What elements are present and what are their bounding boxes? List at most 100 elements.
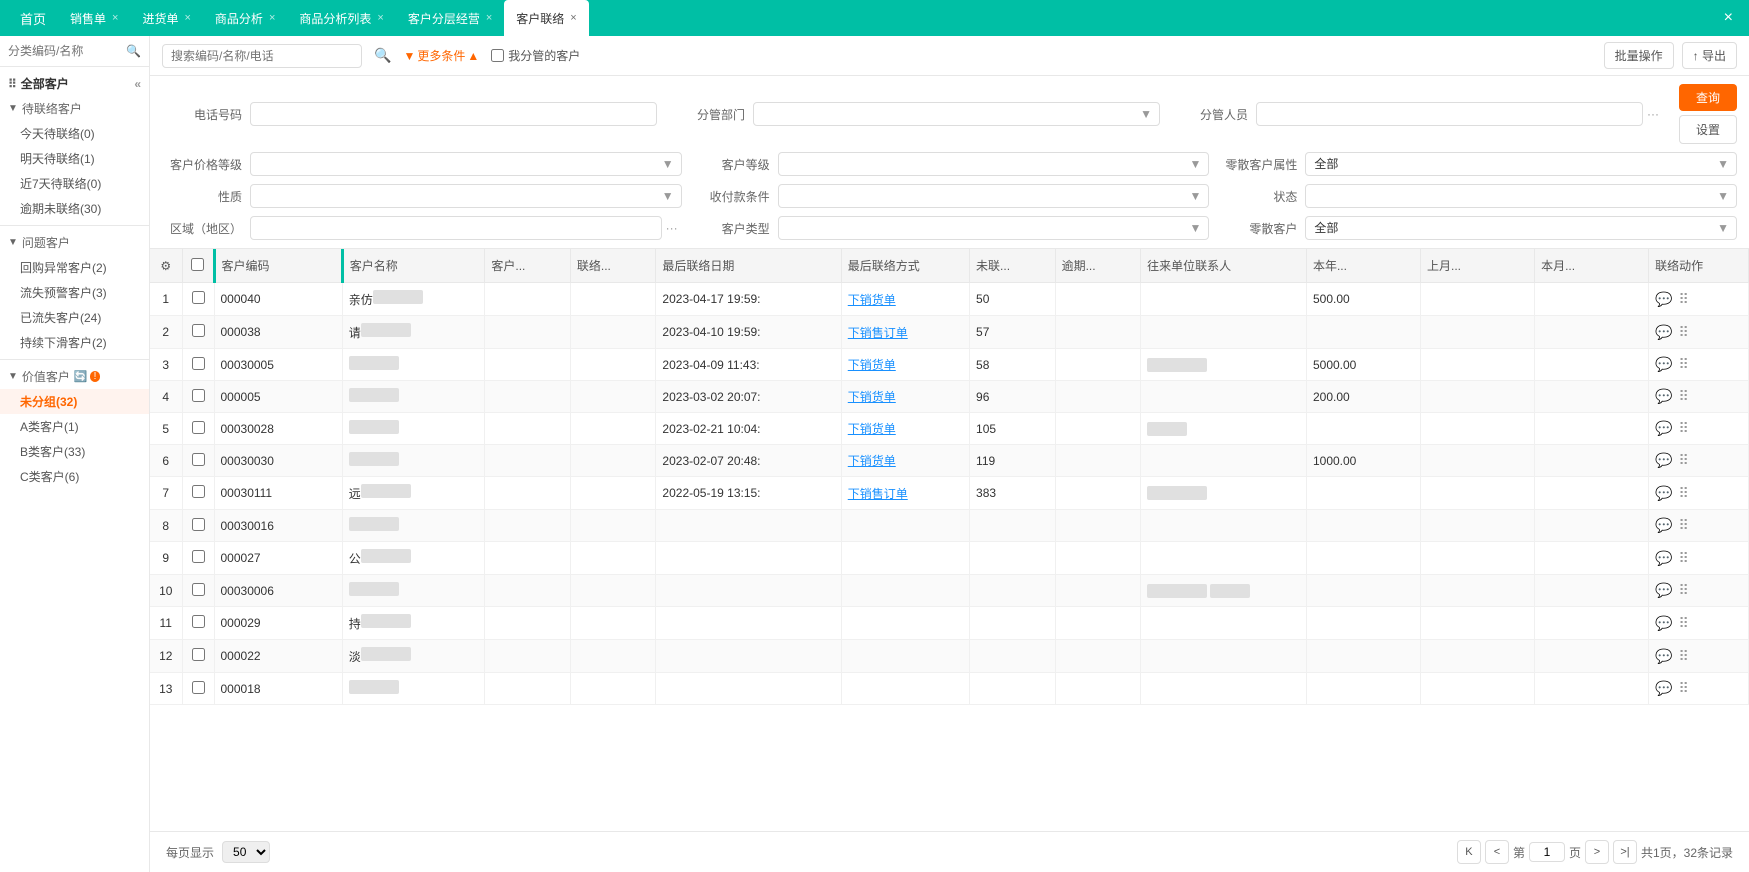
retail-attr-select[interactable]: 全部: [1305, 152, 1737, 176]
sidebar-item-tomorrow-pending[interactable]: 明天待联络(1): [0, 146, 149, 171]
more-action-icon[interactable]: ⠿: [1679, 550, 1689, 567]
more-action-icon[interactable]: ⠿: [1679, 648, 1689, 665]
contact-icon[interactable]: 💬: [1655, 324, 1672, 341]
region-dots-button[interactable]: ···: [662, 221, 682, 235]
search-input[interactable]: [162, 44, 362, 68]
sidebar-item-declining[interactable]: 持续下滑客户(2): [0, 330, 149, 355]
contact-icon[interactable]: 💬: [1655, 517, 1672, 534]
phone-input[interactable]: [250, 102, 657, 126]
payment-select[interactable]: [778, 184, 1210, 208]
more-action-icon[interactable]: ⠿: [1679, 582, 1689, 599]
contact-icon[interactable]: 💬: [1655, 452, 1672, 469]
customer-type-select[interactable]: [778, 216, 1210, 240]
more-action-icon[interactable]: ⠿: [1679, 452, 1689, 469]
sidebar-collapse-button[interactable]: «: [134, 77, 141, 91]
more-action-icon[interactable]: ⠿: [1679, 485, 1689, 502]
contact-icon[interactable]: 💬: [1655, 356, 1672, 373]
manager-input[interactable]: [1256, 102, 1643, 126]
last-method-link[interactable]: 下销售订单: [848, 487, 908, 501]
score-group-label[interactable]: ▼ 价值客户 🔄 !: [0, 364, 149, 389]
last-method-link[interactable]: 下销货单: [848, 358, 896, 372]
row-checkbox[interactable]: [192, 583, 205, 596]
sidebar-item-unclassified[interactable]: 未分组(32): [0, 389, 149, 414]
tab-customer-contact[interactable]: 客户联络 ×: [504, 0, 588, 36]
contact-icon[interactable]: 💬: [1655, 388, 1672, 405]
retail-customer-select[interactable]: 全部: [1305, 216, 1737, 240]
my-customers-checkbox[interactable]: [491, 49, 504, 62]
region-input[interactable]: [250, 216, 662, 240]
close-customer-contact-tab-icon[interactable]: ×: [570, 12, 576, 24]
sidebar-item-class-a[interactable]: A类客户(1): [0, 414, 149, 439]
first-page-button[interactable]: K: [1457, 840, 1481, 864]
sidebar-item-churn-warning[interactable]: 流失预警客户(3): [0, 280, 149, 305]
batch-ops-button[interactable]: 批量操作: [1604, 42, 1674, 69]
last-method-link[interactable]: 下销货单: [848, 422, 896, 436]
my-customers-checkbox-label[interactable]: 我分管的客户: [491, 47, 580, 64]
row-checkbox[interactable]: [192, 453, 205, 466]
more-action-icon[interactable]: ⠿: [1679, 615, 1689, 632]
more-action-icon[interactable]: ⠿: [1679, 680, 1689, 697]
page-size-select[interactable]: 50: [222, 841, 270, 863]
category-search-icon[interactable]: 🔍: [126, 44, 141, 58]
tab-product-analysis[interactable]: 商品分析 ×: [203, 0, 287, 36]
export-button[interactable]: ↑ 导出: [1682, 42, 1737, 69]
close-sales-tab-icon[interactable]: ×: [112, 12, 118, 24]
close-customer-layer-tab-icon[interactable]: ×: [486, 12, 492, 24]
contact-icon[interactable]: 💬: [1655, 615, 1672, 632]
query-button[interactable]: 查询: [1679, 84, 1737, 111]
page-number-input[interactable]: [1529, 842, 1565, 862]
contact-icon[interactable]: 💬: [1655, 648, 1672, 665]
last-method-link[interactable]: 下销货单: [848, 454, 896, 468]
more-action-icon[interactable]: ⠿: [1679, 291, 1689, 308]
tab-product-analysis-list[interactable]: 商品分析列表 ×: [287, 0, 395, 36]
reset-button[interactable]: 设置: [1679, 115, 1737, 144]
row-checkbox[interactable]: [192, 389, 205, 402]
more-action-icon[interactable]: ⠿: [1679, 324, 1689, 341]
category-search-input[interactable]: [8, 44, 122, 58]
contact-icon[interactable]: 💬: [1655, 485, 1672, 502]
tab-purchase[interactable]: 进货单 ×: [130, 0, 202, 36]
price-level-select[interactable]: [250, 152, 682, 176]
sidebar-item-abnormal-repurchase[interactable]: 回购异常客户(2): [0, 255, 149, 280]
contact-icon[interactable]: 💬: [1655, 582, 1672, 599]
contact-icon[interactable]: 💬: [1655, 550, 1672, 567]
sidebar-item-today-pending[interactable]: 今天待联络(0): [0, 121, 149, 146]
sidebar-item-class-c[interactable]: C类客户(6): [0, 464, 149, 489]
tab-sales[interactable]: 销售单 ×: [58, 0, 130, 36]
gender-select[interactable]: [250, 184, 682, 208]
last-page-button[interactable]: >|: [1613, 840, 1637, 864]
last-method-link[interactable]: 下销货单: [848, 390, 896, 404]
status-select[interactable]: [1305, 184, 1737, 208]
close-product-analysis-list-tab-icon[interactable]: ×: [377, 12, 383, 24]
sidebar-item-overdue-pending[interactable]: 逾期未联络(30): [0, 196, 149, 221]
more-action-icon[interactable]: ⠿: [1679, 388, 1689, 405]
more-conditions-button[interactable]: ▼ 更多条件 ▲: [403, 47, 479, 64]
last-method-link[interactable]: 下销货单: [848, 293, 896, 307]
next-page-button[interactable]: >: [1585, 840, 1609, 864]
sidebar-item-churned[interactable]: 已流失客户(24): [0, 305, 149, 330]
search-button[interactable]: 🔍: [374, 47, 391, 64]
dept-select[interactable]: [753, 102, 1160, 126]
tab-customer-layer[interactable]: 客户分层经营 ×: [396, 0, 504, 36]
tab-home[interactable]: 首页: [8, 0, 58, 36]
sidebar-item-class-b[interactable]: B类客户(33): [0, 439, 149, 464]
row-checkbox[interactable]: [192, 357, 205, 370]
sidebar-item-7day-pending[interactable]: 近7天待联络(0): [0, 171, 149, 196]
row-checkbox[interactable]: [192, 681, 205, 694]
more-action-icon[interactable]: ⠿: [1679, 517, 1689, 534]
select-all-checkbox[interactable]: [191, 258, 204, 271]
row-checkbox[interactable]: [192, 291, 205, 304]
pending-group-label[interactable]: ▼ 待联络客户: [0, 96, 149, 121]
more-action-icon[interactable]: ⠿: [1679, 356, 1689, 373]
last-method-link[interactable]: 下销售订单: [848, 326, 908, 340]
row-checkbox[interactable]: [192, 485, 205, 498]
row-checkbox[interactable]: [192, 550, 205, 563]
prev-page-button[interactable]: <: [1485, 840, 1509, 864]
contact-icon[interactable]: 💬: [1655, 291, 1672, 308]
contact-icon[interactable]: 💬: [1655, 680, 1672, 697]
manager-dots-button[interactable]: ···: [1643, 107, 1663, 121]
close-product-analysis-tab-icon[interactable]: ×: [269, 12, 275, 24]
row-checkbox[interactable]: [192, 518, 205, 531]
problem-group-label[interactable]: ▼ 问题客户: [0, 230, 149, 255]
contact-icon[interactable]: 💬: [1655, 420, 1672, 437]
